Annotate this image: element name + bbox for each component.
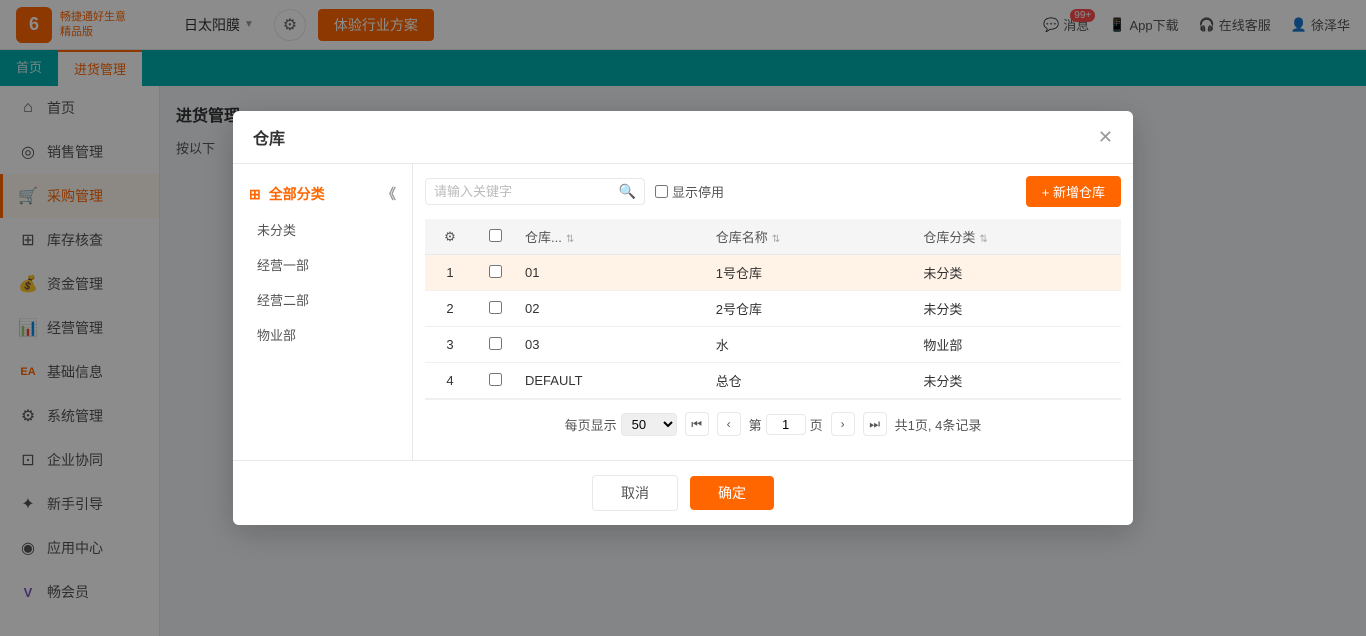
grid-icon: ⊞	[249, 186, 261, 203]
table-row[interactable]: 4 DEFAULT 总仓 未分类	[425, 363, 1121, 399]
modal-overlay[interactable]: 仓库 ✕ ⊞ 全部分类 《 未分类 经营一部 经营二部 物业部	[0, 0, 1366, 636]
search-icon: 🔍	[619, 183, 636, 200]
table-header-row: ⚙ 仓库...⇅ 仓库名称⇅ 仓库分类⇅	[425, 219, 1121, 255]
table-panel: 🔍 显示停用 + 新增仓库 ⚙	[413, 164, 1133, 460]
new-warehouse-button[interactable]: + 新增仓库	[1026, 176, 1121, 207]
category-panel: ⊞ 全部分类 《 未分类 经营一部 经营二部 物业部	[233, 164, 413, 460]
row-category: 未分类	[913, 291, 1121, 327]
prev-page-button[interactable]: ‹	[717, 412, 741, 436]
th-code: 仓库...⇅	[515, 219, 706, 255]
row-checkbox-cell[interactable]	[475, 291, 515, 327]
confirm-button[interactable]: 确定	[690, 476, 774, 510]
row-code: 01	[515, 255, 706, 291]
show-disabled-checkbox[interactable]	[655, 185, 668, 198]
per-page-dropdown[interactable]: 50 10 20 100	[621, 413, 677, 436]
table-row[interactable]: 2 02 2号仓库 未分类	[425, 291, 1121, 327]
row-checkbox[interactable]	[489, 373, 502, 386]
per-page-label: 每页显示	[565, 415, 617, 434]
category-all[interactable]: ⊞ 全部分类 《	[233, 176, 412, 212]
warehouse-dialog: 仓库 ✕ ⊞ 全部分类 《 未分类 经营一部 经营二部 物业部	[233, 111, 1133, 525]
category-item-ops2[interactable]: 经营二部	[233, 282, 412, 317]
row-name: 总仓	[706, 363, 914, 399]
row-checkbox[interactable]	[489, 265, 502, 278]
row-checkbox[interactable]	[489, 301, 502, 314]
row-name: 2号仓库	[706, 291, 914, 327]
pagination: 每页显示 50 10 20 100 ⏮ ‹ 第 页	[425, 399, 1121, 448]
row-category: 未分类	[913, 363, 1121, 399]
cancel-button[interactable]: 取消	[592, 475, 678, 511]
row-checkbox-cell[interactable]	[475, 255, 515, 291]
search-input[interactable]	[434, 184, 619, 199]
dialog-body: ⊞ 全部分类 《 未分类 经营一部 经营二部 物业部 🔍	[233, 164, 1133, 460]
page-label: 第	[749, 415, 762, 434]
table-row[interactable]: 1 01 1号仓库 未分类	[425, 255, 1121, 291]
row-code: 03	[515, 327, 706, 363]
search-input-wrap[interactable]: 🔍	[425, 178, 645, 205]
category-item-ops1[interactable]: 经营一部	[233, 247, 412, 282]
sort-icon: ⇅	[566, 234, 574, 245]
page-number-input[interactable]	[766, 414, 806, 435]
row-index: 3	[425, 327, 475, 363]
row-checkbox[interactable]	[489, 337, 502, 350]
show-disabled-label: 显示停用	[672, 182, 724, 201]
row-index: 1	[425, 255, 475, 291]
th-settings: ⚙	[425, 219, 475, 255]
row-name: 水	[706, 327, 914, 363]
collapse-icon[interactable]: 《	[382, 184, 396, 204]
sort-icon-name: ⇅	[772, 234, 780, 245]
category-item-property[interactable]: 物业部	[233, 317, 412, 352]
category-item-unclassified[interactable]: 未分类	[233, 212, 412, 247]
table-row[interactable]: 3 03 水 物业部	[425, 327, 1121, 363]
th-name: 仓库名称⇅	[706, 219, 914, 255]
th-category: 仓库分类⇅	[913, 219, 1121, 255]
table-wrapper: ⚙ 仓库...⇅ 仓库名称⇅ 仓库分类⇅ 1 01	[425, 219, 1121, 399]
warehouse-table: ⚙ 仓库...⇅ 仓库名称⇅ 仓库分类⇅ 1 01	[425, 219, 1121, 399]
page-unit: 页	[810, 415, 823, 434]
row-category: 未分类	[913, 255, 1121, 291]
last-page-button[interactable]: ⏭	[863, 412, 887, 436]
row-checkbox-cell[interactable]	[475, 363, 515, 399]
row-code: DEFAULT	[515, 363, 706, 399]
page-size-select[interactable]: 每页显示 50 10 20 100	[565, 413, 677, 436]
dialog-header: 仓库 ✕	[233, 111, 1133, 164]
table-toolbar: 🔍 显示停用 + 新增仓库	[425, 176, 1121, 207]
row-category: 物业部	[913, 327, 1121, 363]
show-disabled-toggle[interactable]: 显示停用	[655, 182, 724, 201]
dialog-footer: 取消 确定	[233, 460, 1133, 525]
row-name: 1号仓库	[706, 255, 914, 291]
th-checkbox	[475, 219, 515, 255]
row-index: 4	[425, 363, 475, 399]
dialog-title: 仓库	[253, 125, 285, 149]
next-page-button[interactable]: ›	[831, 412, 855, 436]
first-page-button[interactable]: ⏮	[685, 412, 709, 436]
select-all-checkbox[interactable]	[489, 229, 502, 242]
row-checkbox-cell[interactable]	[475, 327, 515, 363]
settings-icon: ⚙	[444, 229, 456, 244]
row-index: 2	[425, 291, 475, 327]
category-all-label: 全部分类	[269, 184, 325, 204]
sort-icon-category: ⇅	[979, 234, 987, 245]
total-records: 共1页, 4条记录	[895, 415, 982, 434]
page-input: 第 页	[749, 414, 823, 435]
row-code: 02	[515, 291, 706, 327]
close-icon[interactable]: ✕	[1098, 128, 1113, 146]
